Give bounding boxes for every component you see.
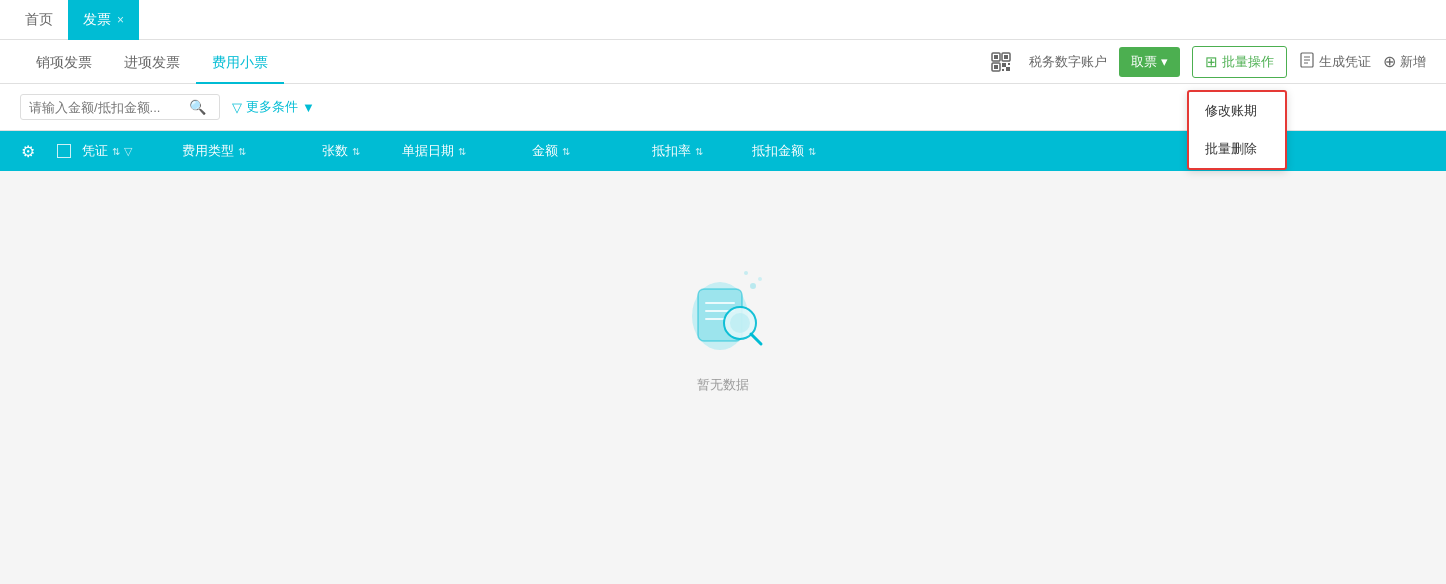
sub-tabs-bar: 销项发票 进项发票 费用小票 税务数字账户 取票 ▾	[0, 40, 1446, 84]
shengcheng-label: 生成凭证	[1319, 53, 1371, 71]
modify-period-item[interactable]: 修改账期	[1189, 92, 1285, 130]
th-date[interactable]: 单据日期 ⇅	[402, 142, 532, 160]
svg-rect-7	[1008, 63, 1010, 65]
batch-delete-item[interactable]: 批量删除	[1189, 130, 1285, 168]
qupiao-button[interactable]: 取票 ▾	[1119, 47, 1180, 77]
sort-voucher-icon: ⇅	[112, 146, 120, 157]
sort-type-icon: ⇅	[238, 146, 246, 157]
invoice-tab-label: 发票	[83, 11, 111, 29]
search-wrap[interactable]: 🔍	[20, 94, 220, 120]
th-count-label: 张数	[322, 142, 348, 160]
sort-amount-icon: ⇅	[562, 146, 570, 157]
search-icon[interactable]: 🔍	[189, 99, 206, 115]
sort-deduct-amount-icon: ⇅	[808, 146, 816, 157]
tax-digital-button[interactable]: 税务数字账户	[1029, 53, 1107, 71]
th-date-label: 单据日期	[402, 142, 454, 160]
th-type[interactable]: 费用类型 ⇅	[182, 142, 322, 160]
svg-point-21	[730, 313, 750, 333]
piliang-wrap: ⊞ 批量操作 修改账期 批量删除	[1192, 46, 1287, 78]
th-count[interactable]: 张数 ⇅	[322, 142, 402, 160]
piliang-icon: ⊞	[1205, 53, 1218, 71]
qupiao-arrow: ▾	[1161, 54, 1168, 69]
more-filter-label: 更多条件	[246, 98, 298, 116]
th-deduct-rate[interactable]: 抵扣率 ⇅	[652, 142, 752, 160]
plus-icon: ⊕	[1383, 52, 1396, 71]
th-voucher-label: 凭证	[82, 142, 108, 160]
th-deduct-amount-label: 抵扣金额	[752, 142, 804, 160]
svg-rect-1	[994, 55, 998, 59]
svg-rect-9	[1006, 67, 1010, 71]
more-filter-button[interactable]: ▽ 更多条件 ▼	[232, 98, 315, 116]
tab-sales[interactable]: 销项发票	[20, 40, 108, 84]
svg-rect-6	[1002, 63, 1006, 67]
filter-voucher-icon[interactable]: ▽	[124, 145, 132, 158]
search-input[interactable]	[29, 100, 189, 115]
checkbox-icon	[57, 144, 71, 158]
toolbar-right: 税务数字账户 取票 ▾ ⊞ 批量操作 修改账期 批量删除	[985, 46, 1426, 78]
th-voucher[interactable]: 凭证 ⇅ ▽	[82, 142, 182, 160]
invoice-tab[interactable]: 发票 ×	[68, 0, 139, 40]
svg-point-25	[744, 271, 748, 275]
sort-date-icon: ⇅	[458, 146, 466, 157]
tab-input[interactable]: 进项发票	[108, 40, 196, 84]
svg-point-24	[758, 277, 762, 281]
svg-rect-5	[994, 65, 998, 69]
qupiao-label: 取票	[1131, 53, 1157, 71]
qr-icon-button[interactable]	[985, 46, 1017, 78]
piliang-dropdown-menu: 修改账期 批量删除	[1187, 90, 1287, 170]
filter-icon: ▽	[232, 100, 242, 115]
empty-illustration	[668, 251, 778, 364]
close-icon[interactable]: ×	[117, 13, 124, 27]
svg-rect-8	[1002, 69, 1004, 71]
home-tab[interactable]: 首页	[10, 11, 68, 29]
sort-deduct-rate-icon: ⇅	[695, 146, 703, 157]
top-nav: 首页 发票 ×	[0, 0, 1446, 40]
piliang-label: 批量操作	[1222, 53, 1274, 71]
piliang-caozuo-button[interactable]: ⊞ 批量操作	[1192, 46, 1287, 78]
xinzeng-button[interactable]: ⊕ 新增	[1383, 52, 1426, 71]
shengcheng-button[interactable]: 生成凭证	[1299, 52, 1371, 71]
shengcheng-icon	[1299, 52, 1315, 71]
xinzeng-label: 新增	[1400, 53, 1426, 71]
more-filter-arrow: ▼	[302, 100, 315, 115]
svg-rect-3	[1004, 55, 1008, 59]
th-deduct-rate-label: 抵扣率	[652, 142, 691, 160]
th-amount[interactable]: 金额 ⇅	[532, 142, 652, 160]
empty-state: 暂无数据	[0, 171, 1446, 434]
tab-expense[interactable]: 费用小票	[196, 40, 284, 84]
svg-line-22	[751, 334, 761, 344]
table-settings-icon[interactable]: ⚙	[10, 142, 46, 161]
table-select-all[interactable]	[46, 144, 82, 158]
empty-text: 暂无数据	[697, 376, 749, 394]
svg-point-23	[750, 283, 756, 289]
th-amount-label: 金额	[532, 142, 558, 160]
th-deduct-amount[interactable]: 抵扣金额 ⇅	[752, 142, 872, 160]
sort-count-icon: ⇅	[352, 146, 360, 157]
th-type-label: 费用类型	[182, 142, 234, 160]
